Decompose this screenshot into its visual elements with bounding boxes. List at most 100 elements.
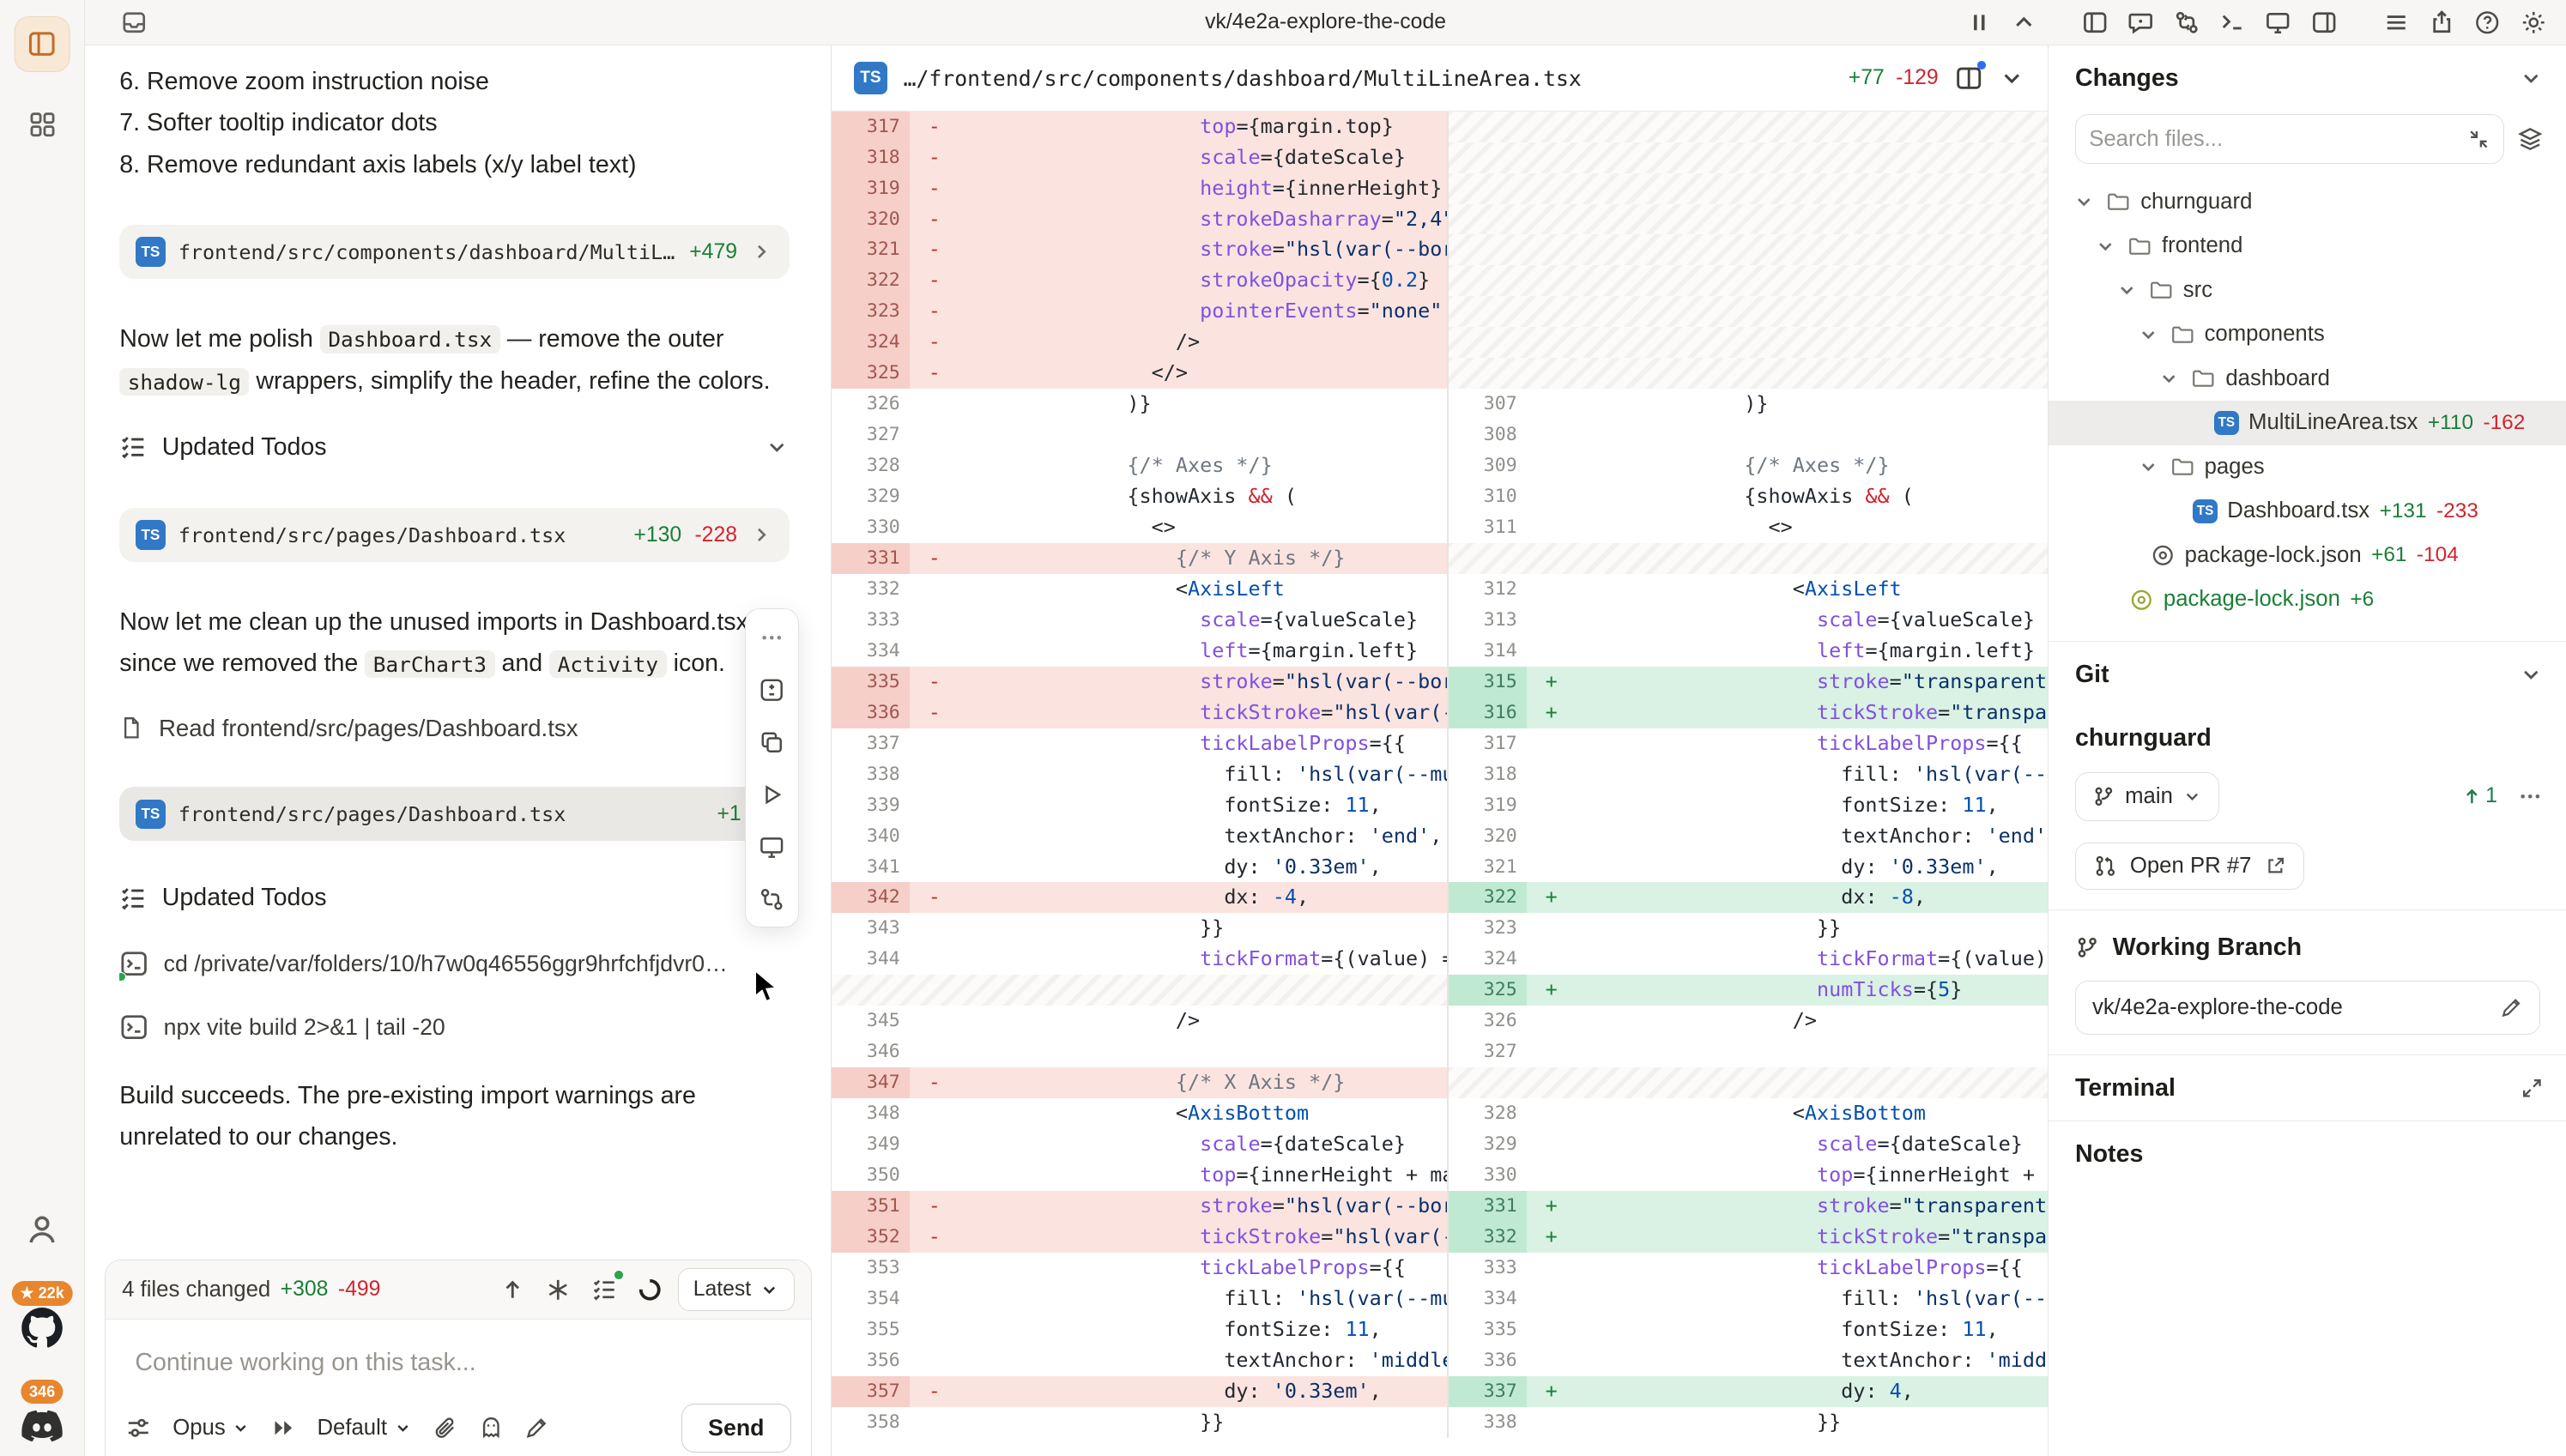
line-number[interactable]: 338 xyxy=(832,759,911,790)
line-number[interactable]: 318 xyxy=(1449,759,1528,790)
discord-link[interactable] xyxy=(21,1405,63,1447)
line-number[interactable]: 333 xyxy=(832,605,911,636)
edit-branch-button[interactable] xyxy=(2500,996,2523,1019)
line-number[interactable]: 330 xyxy=(1449,1160,1528,1191)
terminal-command-row[interactable]: cd /private/var/folders/10/h7w0q46556ggr… xyxy=(119,942,790,985)
line-number[interactable]: 345 xyxy=(832,1006,911,1036)
tree-file-package-lock.json[interactable]: package-lock.json+61-104 xyxy=(2049,534,2566,577)
pause-button[interactable] xyxy=(1967,10,1992,35)
line-number[interactable]: 349 xyxy=(832,1129,911,1160)
line-number[interactable]: 334 xyxy=(832,636,911,667)
changes-section-header[interactable]: Changes xyxy=(2049,45,2566,111)
line-number[interactable]: 332 xyxy=(832,574,911,605)
line-number[interactable]: 325 xyxy=(832,358,911,389)
line-number[interactable]: 318 xyxy=(832,142,911,173)
fast-forward-button[interactable] xyxy=(271,1416,296,1441)
tree-folder-dashboard[interactable]: dashboard xyxy=(2049,357,2566,401)
line-number[interactable]: 358 xyxy=(832,1407,911,1438)
line-number[interactable]: 338 xyxy=(1449,1407,1528,1438)
line-number[interactable]: 327 xyxy=(832,420,911,450)
window-tabs-button[interactable] xyxy=(121,9,148,36)
line-number[interactable]: 352 xyxy=(832,1222,911,1253)
line-number[interactable]: 323 xyxy=(1449,913,1528,944)
ahead-count[interactable]: 1 xyxy=(2461,784,2497,808)
working-branch-input[interactable]: vk/4e2a-explore-the-code xyxy=(2075,981,2540,1035)
menu-button[interactable] xyxy=(2383,9,2410,36)
compare-button[interactable] xyxy=(753,881,790,917)
help-button[interactable] xyxy=(2474,9,2501,36)
tree-folder-pages[interactable]: pages xyxy=(2049,445,2566,489)
line-number[interactable]: 344 xyxy=(832,944,911,975)
terminal-command-row[interactable]: npx vite build 2>&1 | tail -20 xyxy=(119,1006,790,1049)
tree-file-package-lock.json[interactable]: package-lock.json+6 xyxy=(2049,577,2566,621)
line-number[interactable]: 348 xyxy=(832,1098,911,1129)
line-number[interactable]: 351 xyxy=(832,1191,911,1222)
line-number[interactable]: 347 xyxy=(832,1067,911,1098)
line-number[interactable]: 319 xyxy=(832,173,911,204)
search-box[interactable] xyxy=(2075,114,2504,163)
mode-dropdown[interactable]: Default xyxy=(317,1416,411,1441)
github-link[interactable] xyxy=(21,1308,63,1349)
git-section-header[interactable]: Git xyxy=(2049,642,2566,707)
line-number[interactable]: 320 xyxy=(832,204,911,235)
line-number[interactable]: 330 xyxy=(832,512,911,543)
line-number[interactable]: 336 xyxy=(832,698,911,728)
line-number[interactable]: 340 xyxy=(832,821,911,852)
tree-file-MultiLineArea.tsx[interactable]: TSMultiLineArea.tsx+110-162 xyxy=(2049,401,2566,444)
scroll-top-button[interactable] xyxy=(494,1272,530,1308)
workspace-tab-active[interactable] xyxy=(15,16,70,72)
toggle-right-panel-button[interactable] xyxy=(2311,9,2338,36)
line-number[interactable]: 317 xyxy=(832,112,911,142)
line-number[interactable]: 308 xyxy=(1449,420,1528,450)
line-number[interactable]: 354 xyxy=(832,1284,911,1314)
signature-button[interactable] xyxy=(524,1416,549,1441)
line-number[interactable]: 310 xyxy=(1449,481,1528,512)
line-number[interactable]: 353 xyxy=(832,1253,911,1284)
collapse-button[interactable] xyxy=(2012,10,2036,35)
line-number[interactable]: 307 xyxy=(1449,389,1528,420)
line-number[interactable]: 325 xyxy=(1449,975,1528,1006)
line-number[interactable]: 324 xyxy=(1449,944,1528,975)
model-dropdown[interactable]: Opus xyxy=(172,1416,250,1441)
line-number[interactable]: 331 xyxy=(832,543,911,574)
settings-sliders-button[interactable] xyxy=(125,1415,152,1441)
line-number[interactable]: 335 xyxy=(832,667,911,698)
tree-folder-components[interactable]: components xyxy=(2049,312,2566,356)
open-pr-button[interactable]: Open PR #7 xyxy=(2075,843,2305,890)
line-number[interactable]: 356 xyxy=(832,1345,911,1376)
line-number[interactable]: 323 xyxy=(832,296,911,327)
chat-scroll-area[interactable]: 6. Remove zoom instruction noise 7. Soft… xyxy=(85,45,831,1456)
line-number[interactable]: 309 xyxy=(1449,450,1528,481)
toggle-left-panel-button[interactable] xyxy=(2082,9,2109,36)
line-number[interactable]: 313 xyxy=(1449,605,1528,636)
line-number[interactable]: 350 xyxy=(832,1160,911,1191)
files-changed-bar[interactable]: 4 files changed +308 -499 Latest xyxy=(106,1260,811,1320)
collapse-all-button[interactable] xyxy=(2517,126,2544,153)
run-button[interactable] xyxy=(753,776,790,813)
git-compare-button[interactable] xyxy=(2174,9,2200,36)
read-file-row[interactable]: Read frontend/src/pages/Dashboard.tsx xyxy=(119,709,790,748)
settings-button[interactable] xyxy=(2521,9,2547,36)
line-number[interactable]: 329 xyxy=(832,481,911,512)
line-number[interactable]: 337 xyxy=(1449,1376,1528,1407)
line-number[interactable]: 319 xyxy=(1449,790,1528,821)
search-files-input[interactable] xyxy=(2089,127,2457,152)
line-number[interactable]: 336 xyxy=(1449,1345,1528,1376)
split-view-button[interactable] xyxy=(1955,64,1982,92)
line-number[interactable]: 322 xyxy=(832,265,911,296)
tree-file-Dashboard.tsx[interactable]: TSDashboard.tsx+131-233 xyxy=(2049,489,2566,533)
compact-button[interactable] xyxy=(540,1272,576,1308)
copy-button[interactable] xyxy=(753,724,790,760)
line-number[interactable]: 316 xyxy=(1449,698,1528,728)
file-change-chip-dashboard[interactable]: TS frontend/src/pages/Dashboard.tsx +130… xyxy=(119,508,790,562)
line-number[interactable]: 334 xyxy=(1449,1284,1528,1314)
line-number[interactable]: 328 xyxy=(1449,1098,1528,1129)
message-input[interactable] xyxy=(106,1320,811,1400)
line-number[interactable]: 314 xyxy=(1449,636,1528,667)
line-number[interactable]: 328 xyxy=(832,450,911,481)
line-number[interactable]: 326 xyxy=(1449,1006,1528,1036)
tree-folder-frontend[interactable]: frontend xyxy=(2049,224,2566,268)
line-number[interactable]: 315 xyxy=(1449,667,1528,698)
view-diff-button[interactable] xyxy=(753,672,790,708)
chat-button[interactable] xyxy=(2127,9,2154,36)
